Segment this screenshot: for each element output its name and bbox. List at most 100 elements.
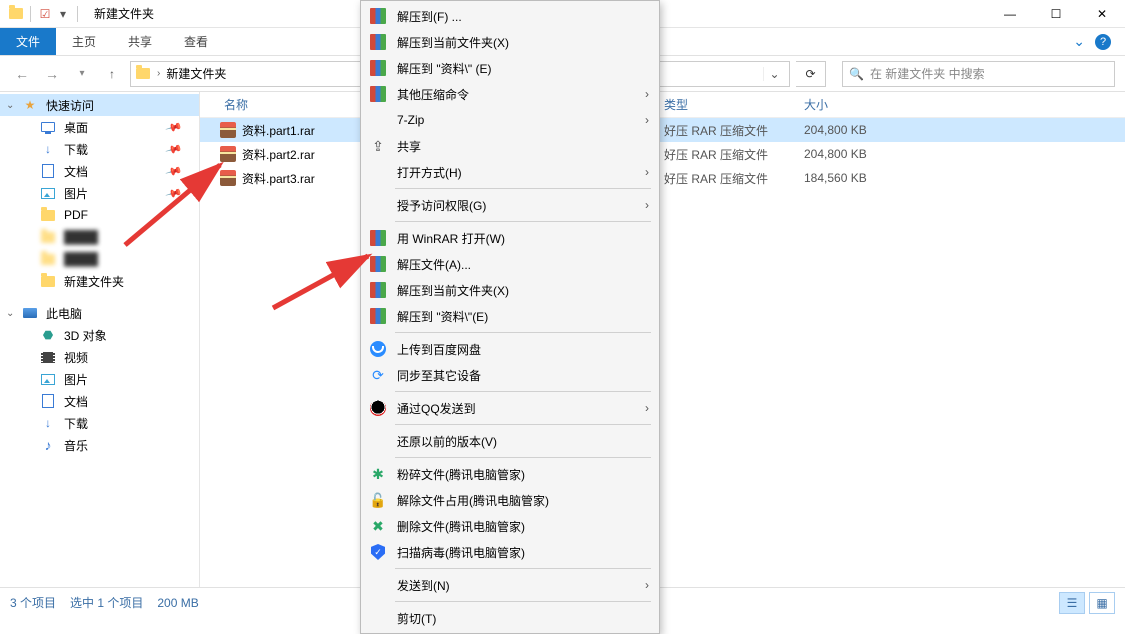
ribbon-expand-icon[interactable]: ⌄ bbox=[1073, 33, 1085, 50]
ctx-extract-here2[interactable]: 解压到当前文件夹(X) bbox=[361, 277, 659, 303]
ctx-extract-here[interactable]: 解压到当前文件夹(X) bbox=[361, 29, 659, 55]
sidebar-quick-access[interactable]: ⌄ ★ 快速访问 bbox=[0, 94, 199, 116]
maximize-button[interactable]: ☐ bbox=[1033, 0, 1079, 28]
view-icons-button[interactable]: ▦ bbox=[1089, 592, 1115, 614]
ctx-share[interactable]: ⇪共享 bbox=[361, 133, 659, 159]
sidebar-documents[interactable]: 文档📌 bbox=[0, 160, 199, 182]
ctx-cut[interactable]: 剪切(T) bbox=[361, 605, 659, 631]
ctx-extract-to-name2[interactable]: 解压到 "资料\"(E) bbox=[361, 303, 659, 329]
ctx-scan-virus[interactable]: 扫描病毒(腾讯电脑管家) bbox=[361, 539, 659, 565]
cube-icon: ⬣ bbox=[40, 327, 56, 343]
ctx-grant-access[interactable]: 授予访问权限(G)› bbox=[361, 192, 659, 218]
rar-icon bbox=[220, 122, 236, 138]
sidebar-item-blurred[interactable]: ████ bbox=[0, 226, 199, 248]
ctx-send-to[interactable]: 发送到(N)› bbox=[361, 572, 659, 598]
ctx-extract-files-a[interactable]: 解压文件(A)... bbox=[361, 251, 659, 277]
file-row[interactable]: 资料.part3.rar 好压 RAR 压缩文件 184,560 KB bbox=[200, 166, 1125, 190]
submenu-arrow-icon: › bbox=[645, 198, 649, 212]
ctx-shred[interactable]: ✱粉碎文件(腾讯电脑管家) bbox=[361, 461, 659, 487]
column-type[interactable]: 类型 bbox=[656, 96, 796, 113]
status-selected: 选中 1 个项目 bbox=[70, 594, 143, 611]
sidebar-music[interactable]: ♪音乐 bbox=[0, 434, 199, 456]
pin-icon: 📌 bbox=[165, 118, 183, 136]
nav-back-button[interactable]: ← bbox=[10, 62, 34, 86]
folder-icon bbox=[8, 6, 24, 22]
window-title: 新建文件夹 bbox=[94, 5, 154, 22]
nav-history-dropdown[interactable]: ▾ bbox=[70, 62, 94, 86]
picture-icon bbox=[40, 371, 56, 387]
ctx-send-qq[interactable]: 通过QQ发送到› bbox=[361, 395, 659, 421]
submenu-arrow-icon: › bbox=[645, 113, 649, 127]
submenu-arrow-icon: › bbox=[645, 401, 649, 415]
ctx-open-winrar[interactable]: 用 WinRAR 打开(W) bbox=[361, 225, 659, 251]
qat-checkbox-icon[interactable]: ☑ bbox=[37, 6, 53, 22]
ctx-other-compress[interactable]: 其他压缩命令› bbox=[361, 81, 659, 107]
help-icon[interactable]: ? bbox=[1095, 34, 1111, 50]
submenu-arrow-icon: › bbox=[645, 165, 649, 179]
ctx-restore-versions[interactable]: 还原以前的版本(V) bbox=[361, 428, 659, 454]
qat-dropdown-icon[interactable]: ▾ bbox=[55, 6, 71, 22]
video-icon bbox=[40, 349, 56, 365]
folder-icon bbox=[40, 273, 56, 289]
delete-icon: ✖ bbox=[369, 517, 387, 535]
baidu-icon bbox=[370, 341, 386, 357]
status-size: 200 MB bbox=[157, 596, 198, 610]
download-icon: ↓ bbox=[40, 141, 56, 157]
tab-share[interactable]: 共享 bbox=[112, 28, 168, 55]
file-row[interactable]: 资料.part2.rar 好压 RAR 压缩文件 204,800 KB bbox=[200, 142, 1125, 166]
sidebar-newfolder[interactable]: 新建文件夹 bbox=[0, 270, 199, 292]
nav-up-button[interactable]: ↑ bbox=[100, 62, 124, 86]
sidebar-3d-objects[interactable]: ⬣3D 对象 bbox=[0, 324, 199, 346]
address-dropdown-icon[interactable]: ⌄ bbox=[763, 67, 785, 81]
rar-icon bbox=[220, 170, 236, 186]
file-row[interactable]: 资料.part1.rar 好压 RAR 压缩文件 204,800 KB bbox=[200, 118, 1125, 142]
rar-icon bbox=[220, 146, 236, 162]
picture-icon bbox=[40, 185, 56, 201]
tab-view[interactable]: 查看 bbox=[168, 28, 224, 55]
sidebar-pictures2[interactable]: 图片 bbox=[0, 368, 199, 390]
winrar-icon bbox=[370, 256, 386, 272]
file-list[interactable]: 资料.part1.rar 好压 RAR 压缩文件 204,800 KB 资料.p… bbox=[200, 118, 1125, 587]
sidebar-pictures[interactable]: 图片📌 bbox=[0, 182, 199, 204]
ctx-unoccupy[interactable]: 🔓解除文件占用(腾讯电脑管家) bbox=[361, 487, 659, 513]
winrar-icon bbox=[370, 230, 386, 246]
sidebar-item-blurred[interactable]: ████ bbox=[0, 248, 199, 270]
sidebar-documents2[interactable]: 文档 bbox=[0, 390, 199, 412]
ctx-extract-to-name[interactable]: 解压到 "资料\" (E) bbox=[361, 55, 659, 81]
tab-home[interactable]: 主页 bbox=[56, 28, 112, 55]
sidebar-downloads[interactable]: ↓下载📌 bbox=[0, 138, 199, 160]
document-icon bbox=[40, 163, 56, 179]
search-icon: 🔍 bbox=[849, 67, 864, 81]
close-button[interactable]: ✕ bbox=[1079, 0, 1125, 28]
refresh-button[interactable]: ⟳ bbox=[796, 61, 826, 87]
column-size[interactable]: 大小 bbox=[796, 96, 906, 113]
ctx-upload-baidu[interactable]: 上传到百度网盘 bbox=[361, 336, 659, 362]
download-icon: ↓ bbox=[40, 415, 56, 431]
ctx-sync-devices[interactable]: ⟳同步至其它设备 bbox=[361, 362, 659, 388]
pc-icon bbox=[22, 305, 38, 321]
ctx-extract-to[interactable]: 解压到(F) ... bbox=[361, 3, 659, 29]
share-icon: ⇪ bbox=[369, 137, 387, 155]
unlock-icon: 🔓 bbox=[369, 491, 387, 509]
sidebar-downloads2[interactable]: ↓下载 bbox=[0, 412, 199, 434]
ctx-delete[interactable]: ✖删除文件(腾讯电脑管家) bbox=[361, 513, 659, 539]
view-details-button[interactable]: ☰ bbox=[1059, 592, 1085, 614]
music-icon: ♪ bbox=[40, 437, 56, 453]
ctx-7zip[interactable]: 7-Zip› bbox=[361, 107, 659, 133]
sidebar-videos[interactable]: 视频 bbox=[0, 346, 199, 368]
document-icon bbox=[40, 393, 56, 409]
winrar-icon bbox=[370, 282, 386, 298]
minimize-button[interactable]: — bbox=[987, 0, 1033, 28]
sidebar-this-pc[interactable]: ⌄此电脑 bbox=[0, 302, 199, 324]
nav-forward-button[interactable]: → bbox=[40, 62, 64, 86]
shield-icon bbox=[371, 544, 385, 560]
winrar-icon bbox=[370, 308, 386, 324]
sidebar-pdf[interactable]: PDF bbox=[0, 204, 199, 226]
sidebar-desktop[interactable]: 桌面📌 bbox=[0, 116, 199, 138]
tab-file[interactable]: 文件 bbox=[0, 28, 56, 55]
file-list-pane: 名称 类型 大小 资料.part1.rar 好压 RAR 压缩文件 204,80… bbox=[200, 92, 1125, 587]
star-icon: ★ bbox=[22, 97, 38, 113]
ctx-open-with[interactable]: 打开方式(H)› bbox=[361, 159, 659, 185]
search-input[interactable]: 🔍 在 新建文件夹 中搜索 bbox=[842, 61, 1115, 87]
breadcrumb-folder[interactable]: 新建文件夹 bbox=[166, 65, 226, 82]
